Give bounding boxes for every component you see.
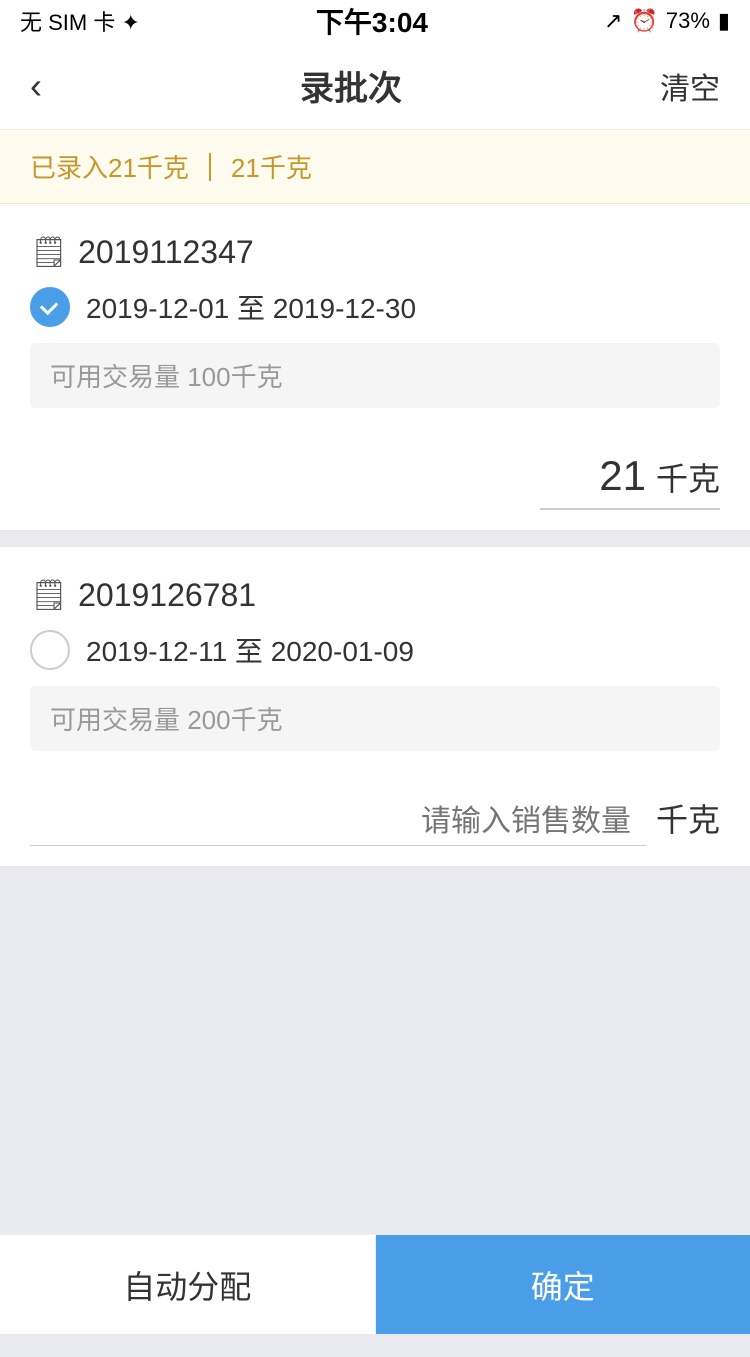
batch2-date: 2019-12-11 至 2020-01-09: [86, 630, 414, 670]
batch2-checkbox[interactable]: [30, 630, 70, 670]
batch2-date-row[interactable]: 2019-12-11 至 2020-01-09: [30, 630, 720, 670]
recorded-label: 已录入21千克: [30, 148, 189, 185]
batch2-icon: 🗒: [30, 578, 68, 613]
section-separator: [0, 531, 750, 547]
batch1-id: 2019112347: [78, 234, 254, 271]
batch2-qty-bar: 可用交易量 200千克: [30, 686, 720, 751]
batch1-id-row: 🗒 2019112347: [30, 234, 720, 271]
batch2-qty-unit: 千克: [656, 795, 720, 841]
batch2-section: 🗒 2019126781 2019-12-11 至 2020-01-09 可用交…: [0, 547, 750, 868]
batch2-card: 🗒 2019126781 2019-12-11 至 2020-01-09 可用交…: [0, 547, 750, 775]
auto-distribute-button[interactable]: 自动分配: [0, 1235, 376, 1334]
nav-bar: ‹ 录批次 清空: [0, 42, 750, 130]
batch1-amount-value: 21: [599, 452, 646, 500]
info-divider: [209, 153, 211, 181]
batch1-card: 🗒 2019112347 2019-12-01 至 2019-12-30 可用交…: [0, 204, 750, 432]
batch1-amount-row: 21 千克: [0, 432, 750, 531]
battery-text: 73%: [666, 8, 710, 34]
back-button[interactable]: ‹: [30, 65, 42, 107]
total-label: 21千克: [231, 148, 312, 185]
info-banner: 已录入21千克 21千克: [0, 130, 750, 204]
status-left: 无 SIM 卡 ✦: [20, 5, 140, 37]
clear-button[interactable]: 清空: [660, 64, 720, 108]
batch2-id: 2019126781: [78, 577, 256, 614]
batch2-input-wrapper: [30, 805, 646, 847]
alarm-icon: ⏰: [630, 8, 657, 34]
status-time: 下午3:04: [316, 1, 428, 41]
status-right: ↗ ⏰ 73% ▮: [604, 8, 730, 34]
batch2-qty-input[interactable]: [260, 805, 646, 839]
batch2-input-underline: [30, 845, 646, 847]
no-sim-text: 无 SIM 卡 ✦: [20, 5, 140, 37]
batch1-qty-bar: 可用交易量 100千克: [30, 343, 720, 408]
footer: 自动分配 确定: [0, 1234, 750, 1334]
batch1-date: 2019-12-01 至 2019-12-30: [86, 287, 416, 327]
batch1-icon: 🗒: [30, 235, 68, 270]
batch2-input-row[interactable]: 千克: [0, 775, 750, 868]
batch1-date-row[interactable]: 2019-12-01 至 2019-12-30: [30, 287, 720, 327]
batch1-checkbox[interactable]: [30, 287, 70, 327]
location-icon: ↗: [604, 8, 622, 34]
batch1-amount-wrapper: 21 千克: [540, 452, 720, 510]
confirm-button[interactable]: 确定: [376, 1235, 750, 1334]
batch1-underline: [540, 508, 720, 510]
battery-icon: ▮: [718, 8, 730, 34]
page-title: 录批次: [300, 61, 402, 110]
batch1-amount-unit: 千克: [656, 454, 720, 500]
status-bar: 无 SIM 卡 ✦ 下午3:04 ↗ ⏰ 73% ▮: [0, 0, 750, 42]
batch2-id-row: 🗒 2019126781: [30, 577, 720, 614]
